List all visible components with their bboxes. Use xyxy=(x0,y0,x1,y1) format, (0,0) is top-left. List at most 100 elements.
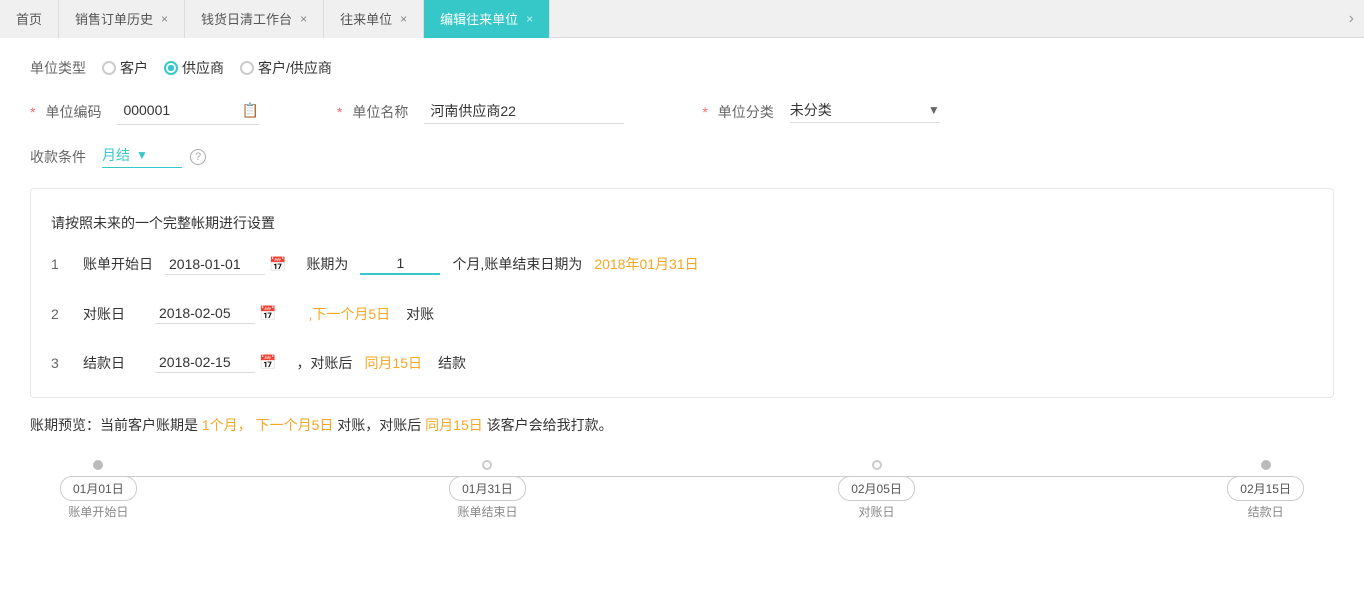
timeline-nodes: 01月01日 账单开始日 01月31日 账单结束日 02月05日 对账日 02月… xyxy=(60,460,1304,520)
radio-supplier[interactable]: 供应商 xyxy=(164,58,224,78)
period-suffix-3a: ，对账后 xyxy=(296,353,352,373)
tl-label-3: 对账日 xyxy=(859,503,895,520)
tl-pill-4: 02月15日 xyxy=(1227,476,1304,501)
period-row-3: 3 结款日 📅 ，对账后 同月15日 结款 xyxy=(51,352,1313,373)
timeline-node-1: 01月01日 账单开始日 xyxy=(60,460,137,520)
unit-type-radio-group: 客户 供应商 客户/供应商 xyxy=(102,58,332,78)
unit-type-label: 单位类型 xyxy=(30,58,86,78)
unit-code-input-group: 📋 xyxy=(117,98,258,125)
reconcile-date-cal-icon[interactable]: 📅 xyxy=(259,305,276,322)
radio-supplier-circle xyxy=(164,61,178,75)
unit-name-input[interactable] xyxy=(424,99,624,124)
timeline-container: 01月01日 账单开始日 01月31日 账单结束日 02月05日 对账日 02月… xyxy=(30,460,1334,520)
unit-code-input[interactable] xyxy=(117,98,237,122)
period-label-1: 账单开始日 xyxy=(83,254,153,274)
tab-edit-partner[interactable]: 编辑往来单位 × xyxy=(424,0,550,38)
payment-date-cal-icon[interactable]: 📅 xyxy=(259,354,276,371)
start-date-input[interactable] xyxy=(165,254,265,275)
payment-date-highlight: 同月15日 xyxy=(364,353,422,373)
period-suffix-2b: 对账 xyxy=(406,304,434,324)
start-date-cal-icon[interactable]: 📅 xyxy=(269,256,286,273)
tab-partner-unit-label: 往来单位 xyxy=(340,9,392,28)
tab-home[interactable]: 首页 xyxy=(0,0,59,38)
tab-partner-unit[interactable]: 往来单位 × xyxy=(324,0,424,38)
tl-label-2: 账单结束日 xyxy=(457,503,517,520)
reconcile-date-highlight: ,下一个月5日 xyxy=(308,304,390,324)
period-box-title: 请按照未来的一个完整帐期进行设置 xyxy=(51,213,1313,233)
period-index-2: 2 xyxy=(51,306,71,322)
preview-highlight2: 下一个月5日 xyxy=(256,417,334,433)
main-content: 单位类型 客户 供应商 客户/供应商 * 单位编码 📋 xyxy=(0,38,1364,608)
tab-expand-arrow[interactable]: › xyxy=(1339,0,1364,38)
tl-pill-2: 01月31日 xyxy=(449,476,526,501)
payment-help-icon[interactable]: ? xyxy=(190,149,206,165)
preview-text: 账期预览：当前客户账期是 1个月， 下一个月5日 对账，对账后 同月15日 该客… xyxy=(30,414,1334,436)
unit-code-label: 单位编码 xyxy=(45,102,101,122)
period-row-1: 1 账单开始日 📅 账期为 个月,账单结束日期为 2018年01月31日 xyxy=(51,253,1313,275)
period-index-1: 1 xyxy=(51,256,71,272)
period-label-3: 结款日 xyxy=(83,353,143,373)
timeline-line xyxy=(85,476,1279,477)
period-suffix-mid-1: 个月,账单结束日期为 xyxy=(452,254,582,274)
unit-type-row: 单位类型 客户 供应商 客户/供应商 xyxy=(30,58,1334,78)
tl-label-1: 账单开始日 xyxy=(68,503,128,520)
payment-date-input[interactable] xyxy=(155,352,255,373)
unit-category-chevron: ▼ xyxy=(928,103,940,117)
start-date-input-group: 📅 xyxy=(165,254,286,275)
tab-edit-partner-close[interactable]: × xyxy=(526,12,533,26)
timeline-node-2: 01月31日 账单结束日 xyxy=(449,460,526,520)
tab-edit-partner-label: 编辑往来单位 xyxy=(440,9,518,28)
tab-partner-unit-close[interactable]: × xyxy=(400,12,407,26)
payment-condition-label: 收款条件 xyxy=(30,147,86,167)
unit-code-icon[interactable]: 📋 xyxy=(241,102,258,119)
period-row-2: 2 对账日 📅 ,下一个月5日 对账 xyxy=(51,303,1313,324)
unit-name-group: * 单位名称 xyxy=(337,99,624,124)
radio-both[interactable]: 客户/供应商 xyxy=(240,58,332,78)
radio-customer-label: 客户 xyxy=(120,58,148,78)
tab-sales-history-label: 销售订单历史 xyxy=(75,9,153,28)
tab-cash-work[interactable]: 钱货日清工作台 × xyxy=(185,0,324,38)
period-settings-box: 请按照未来的一个完整帐期进行设置 1 账单开始日 📅 账期为 个月,账单结束日期… xyxy=(30,188,1334,398)
payment-condition-value: 月结 xyxy=(102,145,130,165)
tab-cash-work-close[interactable]: × xyxy=(300,12,307,26)
tl-dot-4 xyxy=(1261,460,1271,470)
unit-category-select[interactable]: 未分类 ▼ xyxy=(790,100,940,123)
tl-dot-1 xyxy=(93,460,103,470)
unit-name-label: 单位名称 xyxy=(352,102,408,122)
timeline-node-4: 02月15日 结款日 xyxy=(1227,460,1304,520)
unit-category-label: 单位分类 xyxy=(718,102,774,122)
unit-category-star: * xyxy=(702,104,707,120)
preview-highlight1: 1个月， xyxy=(202,417,252,433)
preview-mid: 对账，对账后 xyxy=(337,417,421,433)
tab-sales-history-close[interactable]: × xyxy=(161,12,168,26)
radio-customer-circle xyxy=(102,61,116,75)
preview-end: 该客户会给我打款。 xyxy=(487,417,613,433)
radio-supplier-label: 供应商 xyxy=(182,58,224,78)
reconcile-date-input[interactable] xyxy=(155,303,255,324)
tl-pill-3: 02月05日 xyxy=(838,476,915,501)
unit-code-star: * xyxy=(30,104,35,120)
tab-home-label: 首页 xyxy=(16,9,42,28)
tab-bar: 首页 销售订单历史 × 钱货日清工作台 × 往来单位 × 编辑往来单位 × › xyxy=(0,0,1364,38)
radio-customer[interactable]: 客户 xyxy=(102,58,148,78)
reconcile-date-input-group: 📅 xyxy=(155,303,276,324)
payment-condition-row: 收款条件 月结 ▼ ? xyxy=(30,145,1334,168)
tl-dot-2 xyxy=(482,460,492,470)
radio-both-label: 客户/供应商 xyxy=(258,58,332,78)
payment-date-input-group: 📅 xyxy=(155,352,276,373)
tl-label-4: 结款日 xyxy=(1248,503,1284,520)
unit-name-star: * xyxy=(337,104,342,120)
period-suffix-pre-1: 账期为 xyxy=(306,254,348,274)
period-months-input[interactable] xyxy=(360,253,440,275)
radio-both-circle xyxy=(240,61,254,75)
unit-category-value: 未分类 xyxy=(790,100,832,120)
preview-highlight3: 同月15日 xyxy=(425,417,483,433)
timeline-node-3: 02月05日 对账日 xyxy=(838,460,915,520)
tab-sales-history[interactable]: 销售订单历史 × xyxy=(59,0,185,38)
payment-condition-select[interactable]: 月结 ▼ xyxy=(102,145,182,168)
period-index-3: 3 xyxy=(51,355,71,371)
preview-label: 账期预览：当前客户账期是 xyxy=(30,417,198,433)
period-end-date-highlight: 2018年01月31日 xyxy=(594,254,698,274)
tab-cash-work-label: 钱货日清工作台 xyxy=(201,9,292,28)
unit-code-group: * 单位编码 📋 xyxy=(30,98,259,125)
